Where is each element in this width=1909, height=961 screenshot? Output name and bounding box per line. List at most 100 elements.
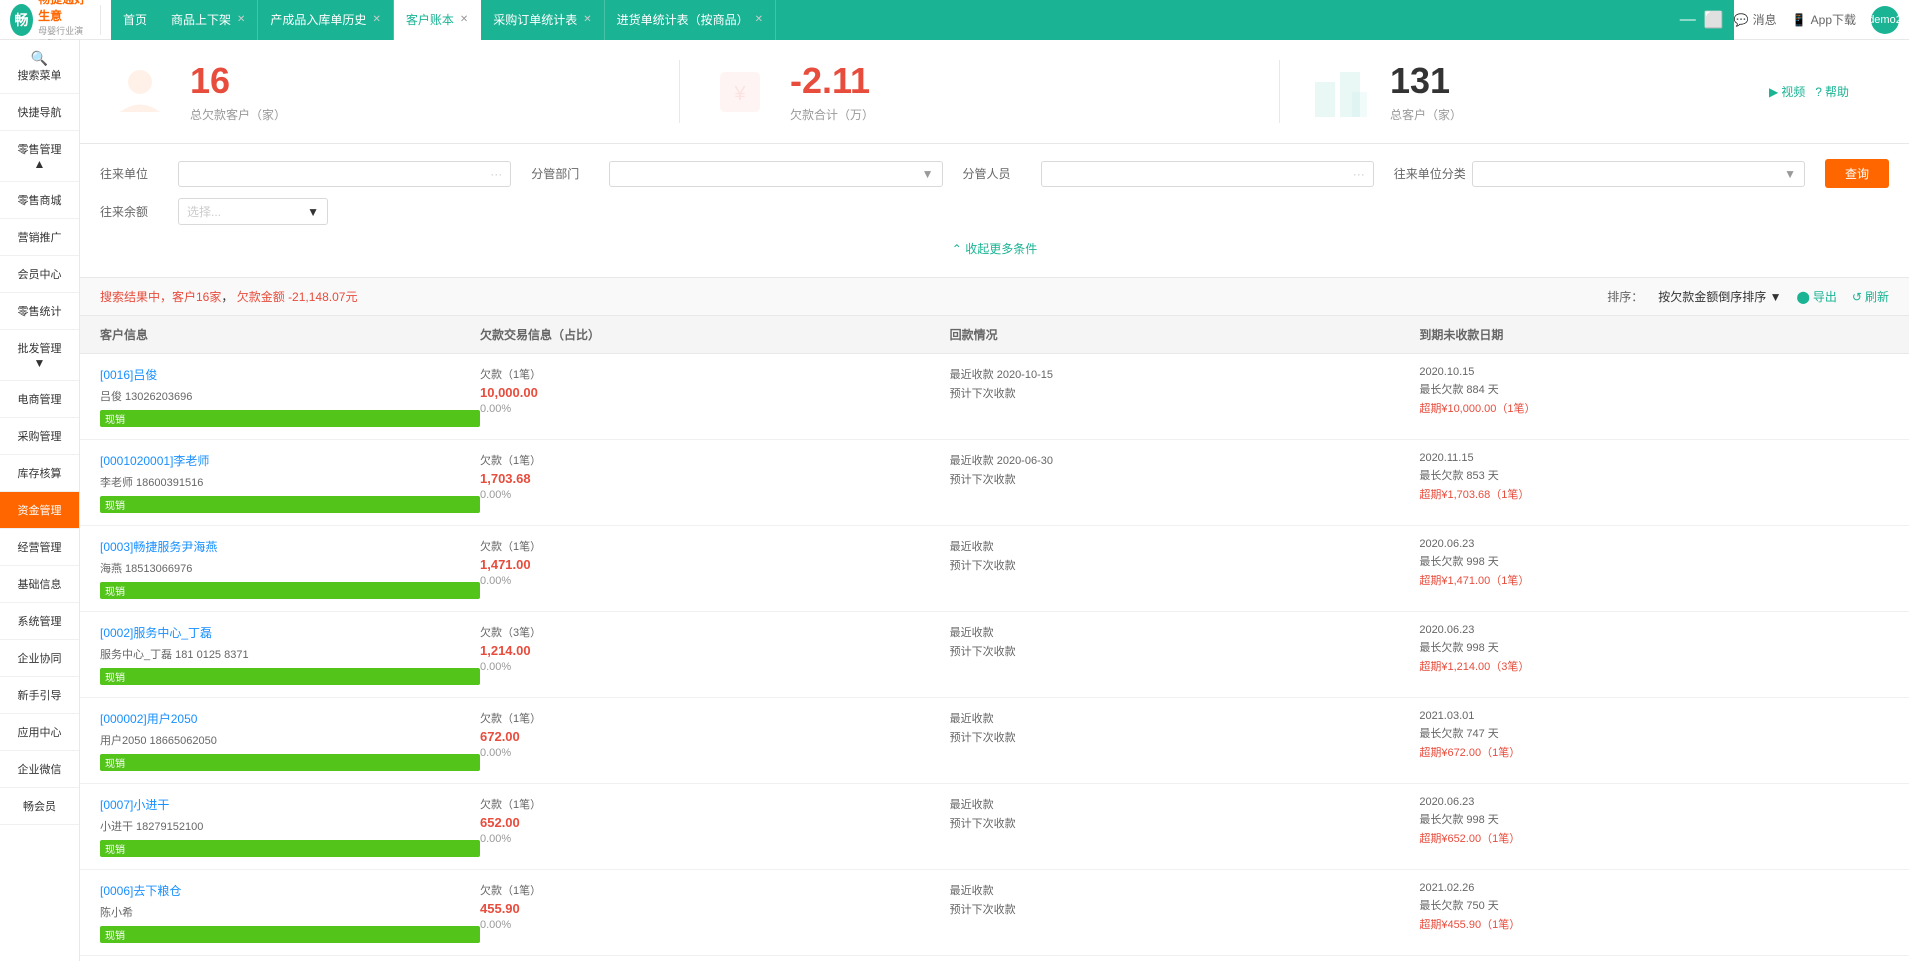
sidebar-item-chang-member[interactable]: 畅会员 xyxy=(0,788,79,825)
recent-collection: 最近收款 2020-06-30 xyxy=(950,452,1420,468)
sort-select[interactable]: 按欠款金额倒序排序 ▼ xyxy=(1658,288,1781,305)
refresh-icon: ↺ xyxy=(1852,290,1862,304)
video-icon: ▶ xyxy=(1769,85,1778,99)
summary-card2-info: -2.11 欠款合计（万） xyxy=(790,60,1249,123)
search-button[interactable]: 查询 xyxy=(1825,159,1889,188)
filter-category-arrow: ▼ xyxy=(1784,167,1796,181)
filter-balance-select[interactable]: 选择... ▼ xyxy=(178,198,328,225)
sidebar-item-enterprise-wechat[interactable]: 企业微信 xyxy=(0,751,79,788)
help-btn[interactable]: ? 帮助 xyxy=(1815,83,1849,100)
sidebar-item-member[interactable]: 会员中心 xyxy=(0,256,79,293)
logo-icon: 畅 xyxy=(10,4,33,36)
customer-name-link[interactable]: [000002]用户2050 xyxy=(100,710,480,727)
window-maximize-btn[interactable]: ⬜ xyxy=(1704,10,1724,30)
sidebar-item-operations[interactable]: 经营管理 xyxy=(0,529,79,566)
overdue-amount[interactable]: 超期¥1,471.00（1笔） xyxy=(1419,572,1889,588)
sidebar-item-system[interactable]: 系统管理 xyxy=(0,603,79,640)
table-row: [000002]用户2050 用户2050 18665062050 现销 欠款（… xyxy=(80,698,1909,784)
refresh-btn[interactable]: ↺ 刷新 xyxy=(1852,288,1889,305)
customer-name-link[interactable]: [0001020001]李老师 xyxy=(100,452,480,469)
sidebar-item-wholesale-mgmt[interactable]: 批发管理 ▼ xyxy=(0,330,79,381)
table-row: [0007]小进干 小进干 18279152100 现销 欠款（1笔） 652.… xyxy=(80,784,1909,870)
tab-purchase-goods-stats[interactable]: 进货单统计表（按商品） ✕ xyxy=(605,0,776,40)
next-collection: 预计下次收款 xyxy=(950,385,1420,401)
overdue-amount[interactable]: 超期¥1,703.68（1笔） xyxy=(1419,486,1889,502)
app-download-btn[interactable]: 📱 App下载 xyxy=(1792,11,1856,28)
tab-close-2[interactable]: ✕ xyxy=(372,14,380,25)
recent-collection: 最近收款 xyxy=(950,624,1420,640)
filter-person-input[interactable]: ··· xyxy=(1041,161,1374,187)
customer-tag: 现销 xyxy=(100,754,480,771)
tab-product-listing[interactable]: 商品上下架 ✕ xyxy=(159,0,258,40)
sidebar-item-retail-mall[interactable]: 零售商城 xyxy=(0,182,79,219)
export-btn[interactable]: ⬤ 导出 xyxy=(1796,288,1836,305)
avatar[interactable]: demo2 xyxy=(1871,6,1899,34)
sidebar-item-quick-nav[interactable]: 快捷导航 xyxy=(0,94,79,131)
sidebar-item-marketing[interactable]: 营销推广 xyxy=(0,219,79,256)
sidebar-item-purchase[interactable]: 采购管理 xyxy=(0,418,79,455)
customer-phone: 用户2050 18665062050 xyxy=(100,732,480,748)
debt-amount: 10,000.00 xyxy=(480,385,950,400)
collection-cell: 最近收款 预计下次收款 xyxy=(950,624,1420,659)
collection-cell: 最近收款 预计下次收款 xyxy=(950,882,1420,917)
tab-close-4[interactable]: ✕ xyxy=(583,14,591,25)
customer-info-cell: [0002]服务中心_丁磊 服务中心_丁磊 181 0125 8371 现销 xyxy=(100,624,480,685)
customer-tag: 现销 xyxy=(100,582,480,599)
summary-actions: ▶ 视频 ? 帮助 xyxy=(1769,83,1849,100)
overdue-amount[interactable]: 超期¥1,214.00（3笔） xyxy=(1419,658,1889,674)
customer-phone: 服务中心_丁磊 181 0125 8371 xyxy=(100,646,480,662)
tab-purchase-stats[interactable]: 采购订单统计表 ✕ xyxy=(481,0,604,40)
tab-close-5[interactable]: ✕ xyxy=(755,14,763,25)
tab-close-3[interactable]: ✕ xyxy=(460,14,468,25)
sidebar-item-basic-info[interactable]: 基础信息 xyxy=(0,566,79,603)
customer-name-link[interactable]: [0016]吕俊 xyxy=(100,366,480,383)
customer-name-link[interactable]: [0006]去下粮仓 xyxy=(100,882,480,899)
video-help-btn[interactable]: ▶ 视频 xyxy=(1769,83,1805,100)
sidebar-item-enterprise-collab[interactable]: 企业协同 xyxy=(0,640,79,677)
customer-name-link[interactable]: [0003]畅捷服务尹海燕 xyxy=(100,538,480,555)
tab-production-history[interactable]: 产成品入库单历史 ✕ xyxy=(258,0,393,40)
sidebar-item-retail-stats[interactable]: 零售统计 xyxy=(0,293,79,330)
sidebar-item-ecommerce[interactable]: 电商管理 xyxy=(0,381,79,418)
debt-percent: 0.00% xyxy=(480,747,950,759)
sidebar-item-search[interactable]: 🔍 搜索菜单 xyxy=(0,40,79,94)
filter-department-input[interactable]: ▼ xyxy=(609,161,942,187)
filter-category-input[interactable]: ▼ xyxy=(1472,161,1805,187)
sidebar-item-inventory[interactable]: 库存核算 xyxy=(0,455,79,492)
filter-partner-input[interactable]: ··· xyxy=(178,161,511,187)
svg-text:¥: ¥ xyxy=(733,83,746,105)
filter-person: 分管人员 ··· xyxy=(963,161,1374,187)
sidebar-item-retail-mgmt[interactable]: 零售管理 ▲ xyxy=(0,131,79,182)
customer-tag: 现销 xyxy=(100,668,480,685)
tab-close-1[interactable]: ✕ xyxy=(237,14,245,25)
overdue-days: 最长欠款 998 天 xyxy=(1419,811,1889,827)
overdue-amount[interactable]: 超期¥10,000.00（1笔） xyxy=(1419,400,1889,416)
overdue-days: 最长欠款 747 天 xyxy=(1419,725,1889,741)
overdue-amount[interactable]: 超期¥672.00（1笔） xyxy=(1419,744,1889,760)
collapse-bar[interactable]: ⌃ 收起更多条件 xyxy=(100,235,1889,262)
customer-name-link[interactable]: [0007]小进干 xyxy=(100,796,480,813)
sidebar-item-app-center[interactable]: 应用中心 xyxy=(0,714,79,751)
window-minimize-btn[interactable]: — xyxy=(1680,11,1696,29)
tab-home[interactable]: 首页 xyxy=(111,0,159,40)
results-text: 搜索结果中，客户16家， 欠款金额 -21,148.07元 xyxy=(100,288,357,305)
tab-customer-account[interactable]: 客户账本 ✕ xyxy=(394,0,481,40)
message-btn[interactable]: 💬 消息 xyxy=(1734,11,1777,28)
sidebar-item-guide[interactable]: 新手引导 xyxy=(0,677,79,714)
customer-name-link[interactable]: [0002]服务中心_丁磊 xyxy=(100,624,480,641)
debt-customers-icon xyxy=(110,62,170,122)
total-customers-icon xyxy=(1310,62,1370,122)
customer-info-cell: [0007]小进干 小进干 18279152100 现销 xyxy=(100,796,480,857)
summary-section: 16 总欠款客户（家） ¥ -2.11 欠款合计（万） xyxy=(80,40,1909,144)
debt-customers-label: 总欠款客户（家） xyxy=(190,106,649,123)
collection-cell: 最近收款 2020-10-15 预计下次收款 xyxy=(950,366,1420,401)
next-collection: 预计下次收款 xyxy=(950,643,1420,659)
customer-tag: 现销 xyxy=(100,926,480,943)
overdue-amount[interactable]: 超期¥652.00（1笔） xyxy=(1419,830,1889,846)
overdue-amount[interactable]: 超期¥455.90（1笔） xyxy=(1419,916,1889,932)
content-area: 16 总欠款客户（家） ¥ -2.11 欠款合计（万） xyxy=(80,40,1909,961)
sidebar-item-finance[interactable]: 资金管理 xyxy=(0,492,79,529)
customer-info-cell: [0003]畅捷服务尹海燕 海燕 18513066976 现销 xyxy=(100,538,480,599)
table-header: 客户信息 欠款交易信息（占比） 回款情况 到期未收款日期 xyxy=(80,316,1909,354)
next-collection: 预计下次收款 xyxy=(950,557,1420,573)
